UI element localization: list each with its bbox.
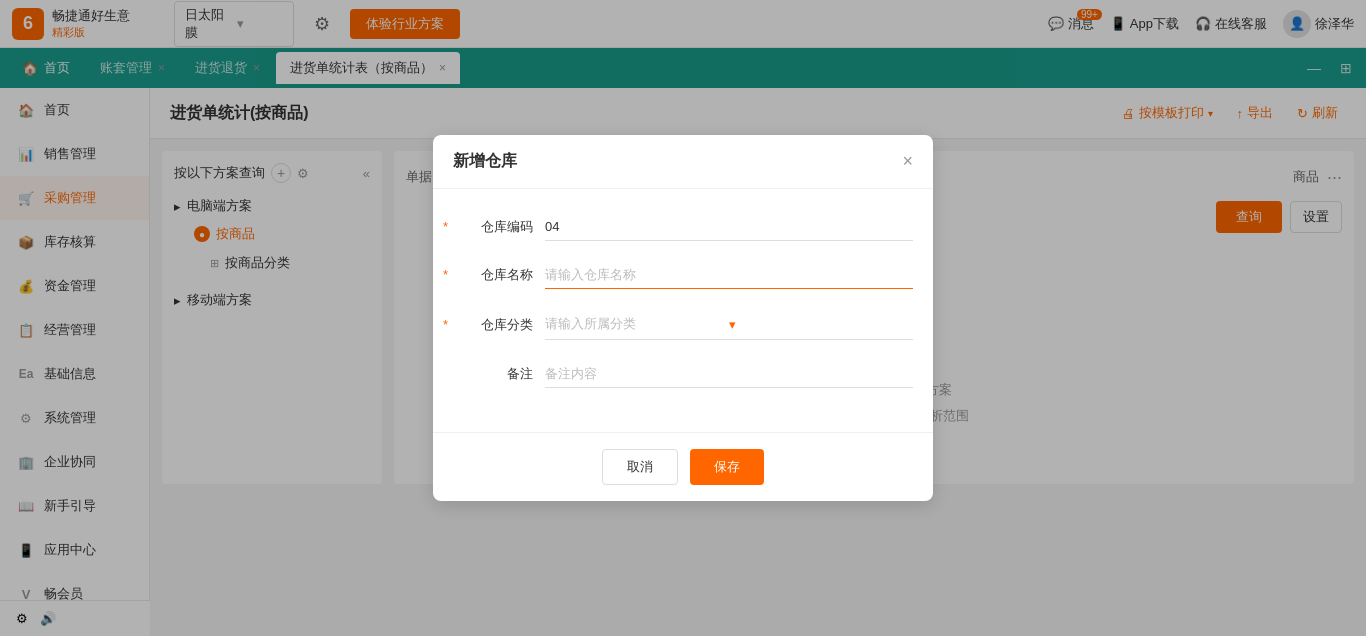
dialog-title: 新增仓库 bbox=[453, 151, 517, 172]
dialog-overlay: 新增仓库 × 仓库编码 仓库名称 仓库分类 请输入所属分类 ▾ bbox=[0, 0, 1366, 636]
save-button[interactable]: 保存 bbox=[690, 449, 764, 485]
category-arrow-icon: ▾ bbox=[729, 317, 913, 332]
form-row-category: 仓库分类 请输入所属分类 ▾ bbox=[453, 309, 913, 340]
category-select[interactable]: 请输入所属分类 ▾ bbox=[545, 309, 913, 340]
dialog-header: 新增仓库 × bbox=[433, 135, 933, 189]
code-input[interactable] bbox=[545, 213, 913, 241]
dialog-footer: 取消 保存 bbox=[433, 432, 933, 501]
note-input[interactable] bbox=[545, 360, 913, 388]
name-input[interactable] bbox=[545, 261, 913, 289]
code-label: 仓库编码 bbox=[453, 218, 533, 236]
form-row-note: 备注 bbox=[453, 360, 913, 388]
name-label: 仓库名称 bbox=[453, 266, 533, 284]
category-label: 仓库分类 bbox=[453, 316, 533, 334]
form-row-name: 仓库名称 bbox=[453, 261, 913, 289]
dialog-close-icon[interactable]: × bbox=[902, 151, 913, 172]
new-warehouse-dialog: 新增仓库 × 仓库编码 仓库名称 仓库分类 请输入所属分类 ▾ bbox=[433, 135, 933, 501]
dialog-body: 仓库编码 仓库名称 仓库分类 请输入所属分类 ▾ 备注 bbox=[433, 189, 933, 432]
cancel-button[interactable]: 取消 bbox=[602, 449, 678, 485]
form-row-code: 仓库编码 bbox=[453, 213, 913, 241]
note-label: 备注 bbox=[453, 365, 533, 383]
category-placeholder: 请输入所属分类 bbox=[545, 315, 729, 333]
